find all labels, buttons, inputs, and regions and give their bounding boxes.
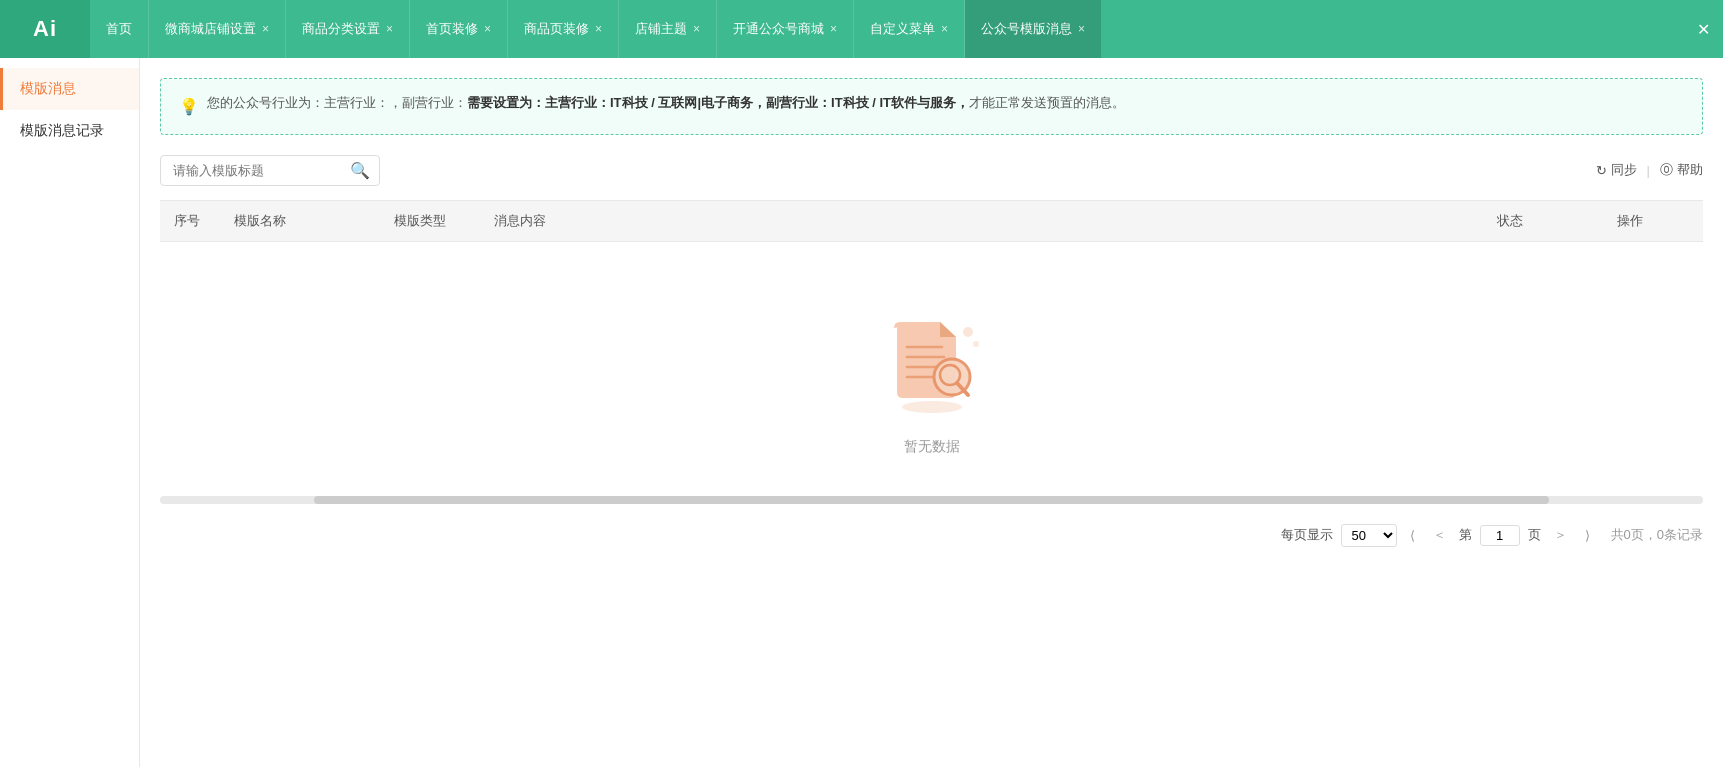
nav-tab-weishop-settings[interactable]: 微商城店铺设置 × [149,0,286,58]
search-input-wrap: 🔍 [160,155,380,186]
sync-button[interactable]: ↻ 同步 [1596,161,1637,179]
help-icon: ⓪ [1660,161,1673,179]
nav-tabs: 首页微商城店铺设置×商品分类设置×首页装修×商品页装修×店铺主题×开通公众号商城… [90,0,1683,58]
sync-label: 同步 [1611,161,1637,179]
top-nav: Ai 首页微商城店铺设置×商品分类设置×首页装修×商品页装修×店铺主题×开通公众… [0,0,1723,58]
nav-tab-home[interactable]: 首页 [90,0,149,58]
svg-point-8 [963,327,973,337]
nav-tab-close[interactable]: × [386,22,393,36]
empty-state: 暂无数据 [160,242,1703,496]
nav-tab-close[interactable]: × [830,22,837,36]
nav-tab-label: 自定义菜单 [870,20,935,38]
nav-tab-category-settings[interactable]: 商品分类设置 × [286,0,410,58]
main-layout: 模版消息模版消息记录 💡 您的公众号行业为：主营行业：，副营行业：需要设置为：主… [0,58,1723,767]
page-prefix: 第 [1459,526,1472,544]
sidebar-item-template-msg[interactable]: 模版消息 [0,68,139,110]
empty-icon [872,302,992,422]
th-type: 模版类型 [380,200,480,241]
nav-tab-label: 开通公众号商城 [733,20,824,38]
content-area: 💡 您的公众号行业为：主营行业：，副营行业：需要设置为：主营行业：IT科技 / … [140,58,1723,767]
th-content: 消息内容 [480,200,1483,241]
data-table: 序号模版名称模版类型消息内容状态操作 [160,200,1703,242]
search-bar: 🔍 ↻ 同步 | ⓪ 帮助 [160,155,1703,186]
svg-point-9 [973,341,979,347]
horizontal-scrollbar[interactable] [160,496,1703,504]
search-input[interactable] [160,155,380,186]
nav-tab-close[interactable]: × [693,22,700,36]
notice-highlight: 需要设置为：主营行业：IT科技 / 互联网|电子商务，副营行业：IT科技 / I… [467,95,969,110]
page-label: 页 [1528,526,1541,544]
search-icon[interactable]: 🔍 [350,161,370,180]
app-logo: Ai [0,0,90,58]
current-page-input[interactable] [1480,525,1520,546]
nav-tab-label: 首页 [106,20,132,38]
empty-text: 暂无数据 [904,438,960,456]
nav-tab-close[interactable]: × [262,22,269,36]
notice-icon: 💡 [179,94,199,120]
toolbar-right: ↻ 同步 | ⓪ 帮助 [1596,161,1703,179]
th-name: 模版名称 [220,200,380,241]
nav-tab-label: 首页装修 [426,20,478,38]
nav-tab-product-decor[interactable]: 商品页装修 × [508,0,619,58]
table-header-row: 序号模版名称模版类型消息内容状态操作 [160,200,1703,241]
nav-tab-close[interactable]: × [941,22,948,36]
table-header: 序号模版名称模版类型消息内容状态操作 [160,200,1703,241]
help-label: 帮助 [1677,161,1703,179]
nav-tab-label: 商品页装修 [524,20,589,38]
nav-tab-label: 微商城店铺设置 [165,20,256,38]
first-page-button[interactable]: ⟨ [1405,526,1420,545]
scrollbar-thumb[interactable] [314,496,1548,504]
toolbar-divider: | [1647,163,1650,178]
close-all-button[interactable]: ✕ [1683,0,1723,58]
table-container: 序号模版名称模版类型消息内容状态操作 [160,200,1703,747]
nav-tab-label: 店铺主题 [635,20,687,38]
th-seq: 序号 [160,200,220,241]
nav-tab-label: 商品分类设置 [302,20,380,38]
prev-page-button[interactable]: ＜ [1428,524,1451,546]
help-button[interactable]: ⓪ 帮助 [1660,161,1703,179]
th-status: 状态 [1483,200,1603,241]
sidebar: 模版消息模版消息记录 [0,58,140,767]
svg-point-0 [902,401,962,413]
notice-banner: 💡 您的公众号行业为：主营行业：，副营行业：需要设置为：主营行业：IT科技 / … [160,78,1703,135]
notice-suffix: 才能正常发送预置的消息。 [969,95,1125,110]
pagination: 每页显示 50 20 100 ⟨ ＜ 第 页 ＞ ⟩ 共0页，0条记录 [160,524,1703,547]
nav-tab-label: 公众号模版消息 [981,20,1072,38]
last-page-button[interactable]: ⟩ [1580,526,1595,545]
nav-tab-close[interactable]: × [484,22,491,36]
sync-icon: ↻ [1596,163,1607,178]
nav-tab-close[interactable]: × [595,22,602,36]
nav-tab-shop-theme[interactable]: 店铺主题 × [619,0,717,58]
nav-tab-wechat-template[interactable]: 公众号模版消息 × [965,0,1102,58]
notice-prefix: 您的公众号行业为：主营行业：，副营行业： [207,95,467,110]
page-size-select[interactable]: 50 20 100 [1341,524,1397,547]
page-size-label: 每页显示 [1281,526,1333,544]
notice-text: 您的公众号行业为：主营行业：，副营行业：需要设置为：主营行业：IT科技 / 互联… [207,93,1125,114]
next-page-button[interactable]: ＞ [1549,524,1572,546]
th-action: 操作 [1603,200,1703,241]
sidebar-item-template-msg-record[interactable]: 模版消息记录 [0,110,139,152]
nav-tab-close[interactable]: × [1078,22,1085,36]
nav-tab-open-wechat-shop[interactable]: 开通公众号商城 × [717,0,854,58]
nav-tab-custom-menu[interactable]: 自定义菜单 × [854,0,965,58]
nav-tab-home-decor[interactable]: 首页装修 × [410,0,508,58]
page-summary: 共0页，0条记录 [1611,526,1703,544]
